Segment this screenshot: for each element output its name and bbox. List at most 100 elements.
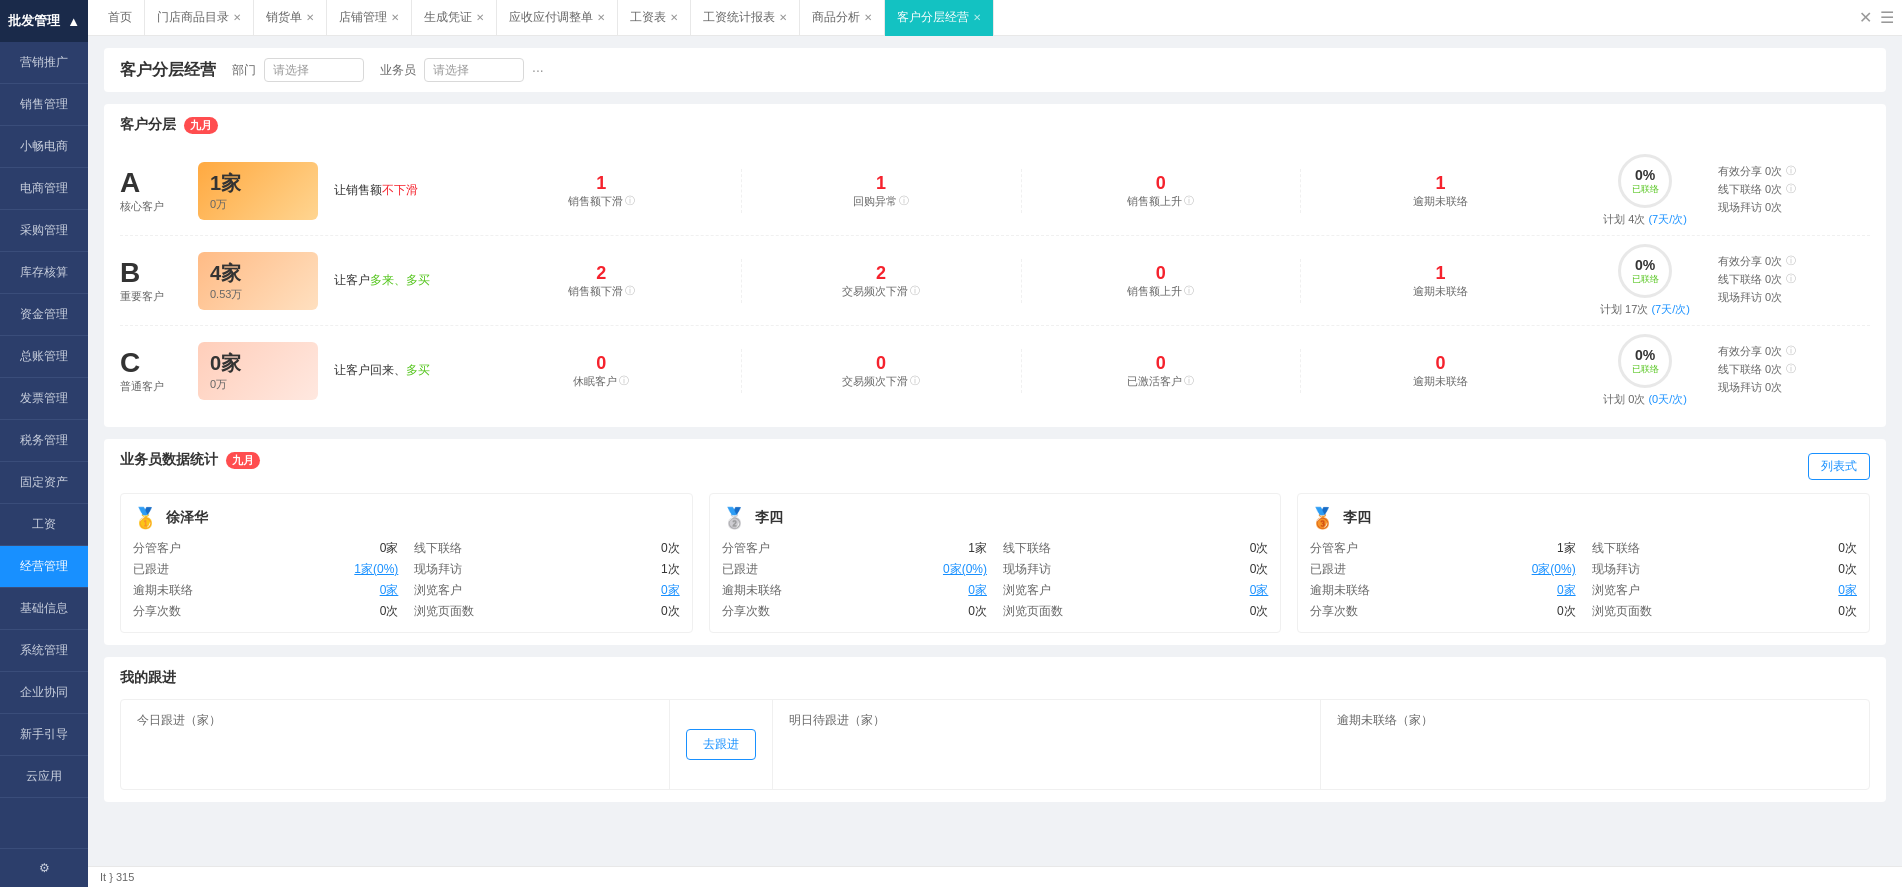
staff-stat-row: 浏览页面数 0次	[1592, 603, 1857, 620]
stat-b-1: 2 交易频次下滑 ⓘ	[742, 259, 1022, 303]
info-icon[interactable]: ⓘ	[1786, 362, 1796, 376]
tab-close-receivable[interactable]: ✕	[597, 12, 605, 23]
tab-voucher[interactable]: 生成凭证 ✕	[412, 0, 497, 36]
stat-c-1: 0 交易频次下滑 ⓘ	[742, 349, 1022, 393]
info-icon[interactable]: ⓘ	[910, 374, 920, 388]
info-icon[interactable]: ⓘ	[1184, 374, 1194, 388]
staff-stat-row: 逾期未联络 0家	[133, 582, 398, 599]
info-icon[interactable]: ⓘ	[619, 374, 629, 388]
stat-a-3: 1 逾期未联络	[1301, 169, 1580, 213]
info-icon[interactable]: ⓘ	[899, 194, 909, 208]
tab-store-products[interactable]: 门店商品目录 ✕	[145, 0, 254, 36]
stat-b-3: 1 逾期未联络	[1301, 259, 1580, 303]
sidebar-toggle-icon[interactable]: ▲	[67, 14, 80, 29]
info-icon[interactable]: ⓘ	[1184, 284, 1194, 298]
sidebar-item-assets[interactable]: 固定资产	[0, 462, 88, 504]
dept-filter: 部门 请选择	[232, 58, 364, 82]
info-icon[interactable]: ⓘ	[625, 194, 635, 208]
tab-close-customer-tier[interactable]: ✕	[973, 12, 981, 23]
tab-more-icon[interactable]: ☰	[1880, 8, 1894, 27]
tab-close-store-mgmt[interactable]: ✕	[391, 12, 399, 23]
info-icon[interactable]: ⓘ	[1786, 254, 1796, 268]
sidebar-item-invoice[interactable]: 发票管理	[0, 378, 88, 420]
staff-header-0: 🥇 徐泽华	[133, 506, 680, 530]
info-icon[interactable]: ⓘ	[1786, 164, 1796, 178]
sidebar-item-cloud[interactable]: 云应用	[0, 756, 88, 798]
info-icon[interactable]: ⓘ	[1184, 194, 1194, 208]
goto-followup-button[interactable]: 去跟进	[686, 729, 756, 760]
dept-select[interactable]: 请选择	[264, 58, 364, 82]
sidebar-header[interactable]: 批发管理 ▲	[0, 0, 88, 42]
tab-customer-tier[interactable]: 客户分层经营 ✕	[885, 0, 994, 36]
tab-close-store-products[interactable]: ✕	[233, 12, 241, 23]
tab-close-all-icon[interactable]: ✕	[1859, 8, 1872, 27]
info-icon[interactable]: ⓘ	[910, 284, 920, 298]
followup-today: 今日跟进（家）	[121, 700, 670, 789]
sidebar-item-marketing[interactable]: 营销推广	[0, 42, 88, 84]
staff-select[interactable]: 请选择	[424, 58, 524, 82]
sidebar-item-basic[interactable]: 基础信息	[0, 588, 88, 630]
followup-grid: 今日跟进（家） 去跟进 明日待跟进（家） 逾期未联络（家）	[120, 699, 1870, 790]
tier-contact-a: 0% 已联络 计划 4次 (7天/次)	[1580, 154, 1710, 227]
staff-label: 业务员	[380, 62, 416, 79]
followup-tomorrow-title: 明日待跟进（家）	[789, 712, 1305, 729]
tab-receivable[interactable]: 应收应付调整单 ✕	[497, 0, 618, 36]
tier-row-c: C 普通客户 0家 0万 让客户回来、多买 0 休眠客户 ⓘ	[120, 326, 1870, 415]
content-area: 客户分层经营 部门 请选择 业务员 请选择 ··· 客户分层 九月	[88, 36, 1902, 866]
sidebar-item-ecom-small[interactable]: 小畅电商	[0, 126, 88, 168]
sidebar-item-management[interactable]: 经营管理	[0, 546, 88, 588]
followup-tomorrow: 明日待跟进（家）	[773, 700, 1322, 789]
sidebar-item-finance[interactable]: 资金管理	[0, 294, 88, 336]
sidebar-item-salary[interactable]: 工资	[0, 504, 88, 546]
tab-store-mgmt[interactable]: 店铺管理 ✕	[327, 0, 412, 36]
staff-stats-1: 分管客户 1家 线下联络 0次 已跟进 0家(0%) 现场拜访	[722, 540, 1269, 620]
staff-stat-row: 浏览客户 0家	[1592, 582, 1857, 599]
tab-sales-order[interactable]: 销货单 ✕	[254, 0, 327, 36]
tab-home[interactable]: 首页	[96, 0, 145, 36]
staff-card-1: 🥈 李四 分管客户 1家 线下联络 0次 已跟进	[709, 493, 1282, 633]
filter-more-icon[interactable]: ···	[532, 62, 544, 78]
sidebar-item-system[interactable]: 系统管理	[0, 630, 88, 672]
staff-filter: 业务员 请选择 ···	[380, 58, 544, 82]
info-icon[interactable]: ⓘ	[1786, 344, 1796, 358]
plan-link-a[interactable]: (7天/次)	[1648, 213, 1687, 225]
info-icon[interactable]: ⓘ	[1786, 182, 1796, 196]
staff-stat-row: 线下联络 0次	[1592, 540, 1857, 557]
medal-icon-0: 🥇	[133, 506, 158, 530]
settings-icon[interactable]: ⚙	[0, 848, 88, 887]
followup-overdue-title: 逾期未联络（家）	[1337, 712, 1853, 729]
tab-payroll[interactable]: 工资表 ✕	[618, 0, 691, 36]
followup-overdue: 逾期未联络（家）	[1321, 700, 1869, 789]
list-view-button[interactable]: 列表式	[1808, 453, 1870, 480]
sidebar-item-ledger[interactable]: 总账管理	[0, 336, 88, 378]
plan-link-c[interactable]: (0天/次)	[1648, 393, 1687, 405]
tab-close-product-analysis[interactable]: ✕	[864, 12, 872, 23]
stat-c-2: 0 已激活客户 ⓘ	[1022, 349, 1302, 393]
plan-link-b[interactable]: (7天/次)	[1651, 303, 1690, 315]
staff-stat-row: 线下联络 0次	[414, 540, 679, 557]
info-icon[interactable]: ⓘ	[1786, 272, 1796, 286]
tab-close-sales-order[interactable]: ✕	[306, 12, 314, 23]
followup-overdue-content	[1337, 737, 1853, 777]
tab-close-payroll-report[interactable]: ✕	[779, 12, 787, 23]
stat-a-0: 1 销售额下滑 ⓘ	[462, 169, 742, 213]
tab-payroll-report[interactable]: 工资统计报表 ✕	[691, 0, 800, 36]
staff-card-2: 🥉 李四 分管客户 1家 线下联络 0次 已跟进	[1297, 493, 1870, 633]
staff-stat-row: 分管客户 0家	[133, 540, 398, 557]
stat-a-1: 1 回购异常 ⓘ	[742, 169, 1022, 213]
staff-stat-row: 现场拜访 0次	[1003, 561, 1268, 578]
sidebar-item-collab[interactable]: 企业协同	[0, 672, 88, 714]
sidebar-item-ecom[interactable]: 电商管理	[0, 168, 88, 210]
tab-close-payroll[interactable]: ✕	[670, 12, 678, 23]
tier-stats-a: 1 销售额下滑 ⓘ 1 回购异常 ⓘ 0	[462, 169, 1580, 213]
sidebar-item-inventory[interactable]: 库存核算	[0, 252, 88, 294]
info-icon[interactable]: ⓘ	[625, 284, 635, 298]
sidebar-item-tax[interactable]: 税务管理	[0, 420, 88, 462]
sidebar-item-purchase[interactable]: 采购管理	[0, 210, 88, 252]
tab-product-analysis[interactable]: 商品分析 ✕	[800, 0, 885, 36]
tab-close-voucher[interactable]: ✕	[476, 12, 484, 23]
stat-a-2: 0 销售额上升 ⓘ	[1022, 169, 1302, 213]
sidebar-item-guide[interactable]: 新手引导	[0, 714, 88, 756]
sidebar-item-sales[interactable]: 销售管理	[0, 84, 88, 126]
followup-goto-area: 去跟进	[670, 700, 773, 789]
